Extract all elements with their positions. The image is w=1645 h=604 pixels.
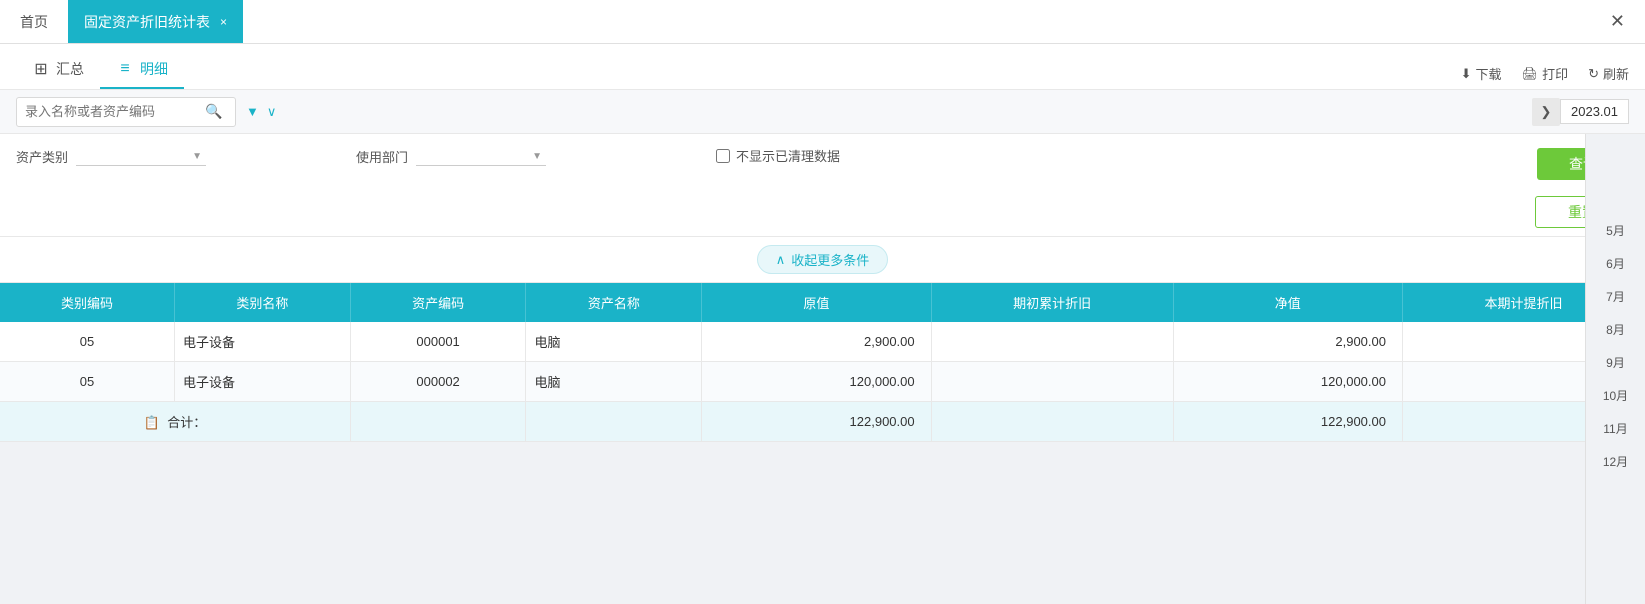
search-bar: 🔍 ▼ ∨ ❯ 2023.01 bbox=[0, 90, 1645, 134]
cell-net-value: 2,900.00 bbox=[1173, 322, 1402, 362]
exclude-cleared-label: 不显示已清理数据 bbox=[736, 146, 840, 165]
print-label: 打印 bbox=[1542, 64, 1568, 83]
side-panel: 5月6月7月8月9月10月11月12月 2023 bbox=[1585, 134, 1645, 604]
collapse-chevron-icon: ∧ bbox=[776, 252, 786, 268]
side-month-item[interactable]: 7月 bbox=[1603, 280, 1628, 313]
col-header-net-value: 净值 bbox=[1173, 283, 1402, 322]
asset-category-select[interactable] bbox=[76, 146, 206, 166]
print-button[interactable]: 🖨 打印 bbox=[1522, 64, 1569, 83]
asset-category-select-wrap: ▼ bbox=[76, 146, 206, 166]
side-month-item[interactable]: 6月 bbox=[1603, 247, 1628, 280]
total-accumulated-depreciation bbox=[931, 402, 1173, 442]
cell-accumulated-depreciation bbox=[931, 362, 1173, 402]
table-row: 05 电子设备 000002 电脑 120,000.00 120,000.00 bbox=[0, 362, 1645, 402]
cell-net-value: 120,000.00 bbox=[1173, 362, 1402, 402]
tab-summary[interactable]: ⊞ 汇总 bbox=[16, 51, 100, 89]
download-button[interactable]: ⬇ 下载 bbox=[1461, 64, 1502, 83]
download-label: 下载 bbox=[1476, 64, 1502, 83]
tab-summary-label: 汇总 bbox=[56, 59, 84, 79]
side-month-item[interactable]: 11月 bbox=[1603, 412, 1628, 445]
exclude-cleared-checkbox[interactable] bbox=[716, 149, 730, 163]
side-month-item[interactable]: 10月 bbox=[1603, 379, 1628, 412]
col-header-category-code: 类别编码 bbox=[0, 283, 174, 322]
tab-label: 固定资产折旧统计表 bbox=[84, 12, 210, 32]
tab-close-icon[interactable]: × bbox=[220, 15, 227, 29]
side-month-item[interactable]: 8月 bbox=[1603, 313, 1628, 346]
table-total-row: 📋 合计： 122,900.00 122,900.00 bbox=[0, 402, 1645, 442]
col-header-asset-code: 资产编码 bbox=[350, 283, 526, 322]
search-input-wrap: 🔍 bbox=[16, 97, 236, 127]
cell-category-code: 05 bbox=[0, 322, 174, 362]
exclude-cleared-wrap: 不显示已清理数据 bbox=[716, 146, 840, 165]
toolbar-right: ⬇ 下载 🖨 打印 ↻ 刷新 bbox=[1461, 64, 1629, 89]
collapse-button[interactable]: ∧ 收起更多条件 bbox=[757, 245, 889, 274]
col-header-asset-name: 资产名称 bbox=[526, 283, 702, 322]
sub-tab-bar: ⊞ 汇总 ≡ 明细 ⬇ 下载 🖨 打印 ↻ 刷新 bbox=[0, 44, 1645, 90]
search-input[interactable] bbox=[25, 104, 205, 119]
total-asset-name-cell bbox=[526, 402, 702, 442]
cell-category-name: 电子设备 bbox=[174, 322, 350, 362]
cell-original-value: 2,900.00 bbox=[702, 322, 931, 362]
collapse-label: 收起更多条件 bbox=[791, 250, 869, 269]
table-row: 05 电子设备 000001 电脑 2,900.00 2,900.00 bbox=[0, 322, 1645, 362]
cell-asset-name: 电脑 bbox=[526, 362, 702, 402]
filter-row: 资产类别 ▼ 使用部门 ▼ bbox=[0, 134, 1645, 237]
cell-asset-code: 000001 bbox=[350, 322, 526, 362]
filter-icon: ▼ bbox=[246, 104, 259, 119]
total-label: 合计： bbox=[167, 415, 206, 430]
detail-icon: ≡ bbox=[116, 60, 134, 78]
cell-asset-code: 000002 bbox=[350, 362, 526, 402]
refresh-icon: ↻ bbox=[1588, 66, 1599, 82]
total-label-cell: 📋 合计： bbox=[0, 402, 350, 442]
asset-category-label: 资产类别 bbox=[16, 147, 68, 166]
col-header-original-value: 原值 bbox=[702, 283, 931, 322]
tab-detail-label: 明细 bbox=[140, 59, 168, 79]
refresh-button[interactable]: ↻ 刷新 bbox=[1588, 64, 1629, 83]
more-conditions-button[interactable]: ▼ ∨ bbox=[246, 104, 276, 120]
window-close-button[interactable]: ✕ bbox=[1590, 0, 1645, 43]
download-icon: ⬇ bbox=[1461, 66, 1472, 82]
department-select[interactable] bbox=[416, 146, 546, 166]
side-month-item[interactable]: 9月 bbox=[1603, 346, 1628, 379]
cell-category-code: 05 bbox=[0, 362, 174, 402]
home-nav-item[interactable]: 首页 bbox=[0, 0, 68, 43]
date-prev-button[interactable]: ❯ bbox=[1532, 98, 1560, 126]
active-tab[interactable]: 固定资产折旧统计表 × bbox=[68, 0, 243, 43]
collapse-row: ∧ 收起更多条件 bbox=[0, 237, 1645, 283]
total-net-value: 122,900.00 bbox=[1173, 402, 1402, 442]
cell-original-value: 120,000.00 bbox=[702, 362, 931, 402]
data-table: 类别编码 类别名称 资产编码 资产名称 原值 期初累计折旧 净值 本期计提折旧 … bbox=[0, 283, 1645, 442]
department-select-wrap: ▼ bbox=[416, 146, 546, 166]
print-icon: 🖨 bbox=[1522, 66, 1539, 82]
cell-category-name: 电子设备 bbox=[174, 362, 350, 402]
date-display: 2023.01 bbox=[1560, 99, 1629, 124]
date-nav: ❯ 2023.01 bbox=[1532, 98, 1629, 126]
side-month-item[interactable]: 5月 bbox=[1603, 214, 1628, 247]
side-month-item[interactable]: 12月 bbox=[1603, 445, 1628, 478]
department-field: 使用部门 ▼ bbox=[356, 146, 656, 166]
data-table-wrap: 类别编码 类别名称 资产编码 资产名称 原值 期初累计折旧 净值 本期计提折旧 … bbox=[0, 283, 1645, 604]
tab-detail[interactable]: ≡ 明细 bbox=[100, 51, 184, 89]
summary-icon: ⊞ bbox=[32, 60, 50, 78]
search-icon: 🔍 bbox=[205, 103, 222, 120]
col-header-accumulated-depreciation: 期初累计折旧 bbox=[931, 283, 1173, 322]
cell-asset-name: 电脑 bbox=[526, 322, 702, 362]
chevron-down-icon: ∨ bbox=[267, 104, 277, 120]
total-asset-code-cell bbox=[350, 402, 526, 442]
asset-category-field: 资产类别 ▼ bbox=[16, 146, 316, 166]
refresh-label: 刷新 bbox=[1603, 64, 1629, 83]
department-label: 使用部门 bbox=[356, 147, 408, 166]
total-original-value: 122,900.00 bbox=[702, 402, 931, 442]
cell-accumulated-depreciation bbox=[931, 322, 1173, 362]
col-header-category-name: 类别名称 bbox=[174, 283, 350, 322]
table-header-row: 类别编码 类别名称 资产编码 资产名称 原值 期初累计折旧 净值 本期计提折旧 bbox=[0, 283, 1645, 322]
